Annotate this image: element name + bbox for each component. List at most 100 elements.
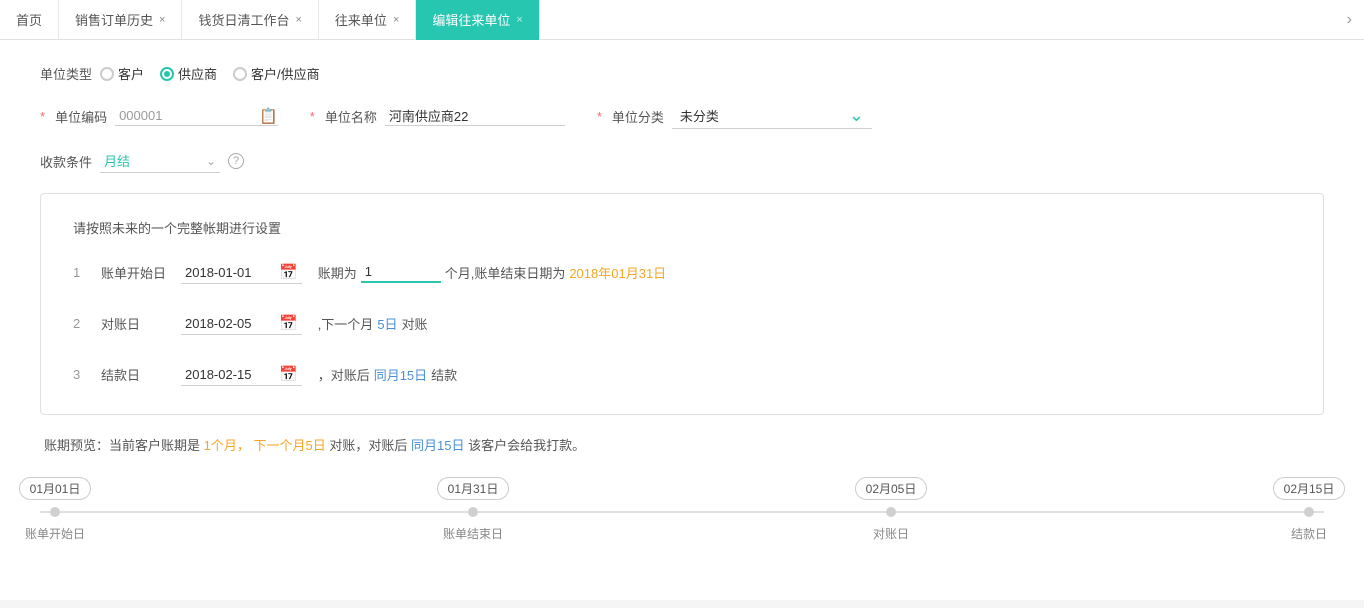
timeline-label-bottom-4: 结款日	[1291, 525, 1327, 542]
tab-sales-history-label: 销售订单历史	[75, 10, 153, 29]
page-content: 单位类型 客户 供应商 客户/供应商 * 单位编码	[0, 40, 1364, 600]
settings-row-1-desc-mid: 个月,账单结束日期为	[445, 263, 566, 282]
settings-row-2-desc-prefix: ,下一个月	[318, 314, 374, 333]
settings-row-1: 1 账单开始日 📅 账期为 个月,账单结束日期为 2018年01月31日	[73, 261, 1291, 284]
tabs-bar: 首页 销售订单历史 × 钱货日清工作台 × 往来单位 × 编辑往来单位 × ›	[0, 0, 1364, 40]
radio-supplier-label: 供应商	[178, 64, 217, 83]
settings-row-2-num: 2	[73, 316, 101, 331]
timeline-dot-3	[886, 507, 896, 517]
settings-row-1-key: 账单开始日	[101, 263, 181, 282]
radio-both-label: 客户/供应商	[251, 64, 320, 83]
unit-type-row: 单位类型 客户 供应商 客户/供应商	[40, 64, 1324, 83]
radio-both-circle	[233, 67, 247, 81]
timeline-label-bottom-3: 对账日	[873, 525, 909, 542]
unit-code-label: 单位编码	[55, 107, 107, 126]
settings-row-3-date-wrapper: 📅	[181, 363, 302, 386]
timeline-label-top-2: 01月31日	[437, 477, 510, 500]
preview-prefix: 账期预览：当前客户账期是	[44, 438, 200, 453]
payment-help-icon[interactable]: ?	[228, 153, 244, 169]
unit-name-required: *	[310, 109, 315, 124]
settings-row-2-calendar-icon[interactable]: 📅	[279, 314, 298, 332]
unit-class-label: 单位分类	[612, 107, 664, 126]
settings-row-1-calendar-icon[interactable]: 📅	[279, 263, 298, 281]
payment-label: 收款条件	[40, 152, 92, 171]
unit-class-chevron-icon: ⌄	[849, 105, 864, 126]
tab-home[interactable]: 首页	[0, 0, 59, 40]
unit-class-required: *	[597, 109, 602, 124]
radio-supplier[interactable]: 供应商	[160, 64, 217, 83]
timeline-label-bottom-2: 账单结束日	[443, 525, 503, 542]
preview-hl2: 下一个月5日	[254, 438, 326, 453]
tab-edit-partner-close[interactable]: ×	[516, 14, 522, 26]
timeline-dot-1	[50, 507, 60, 517]
tab-sales-history-close[interactable]: ×	[159, 14, 165, 26]
radio-customer-label: 客户	[118, 64, 144, 83]
tab-partner-unit-label: 往来单位	[335, 10, 387, 29]
preview-mid: 对账，对账后	[329, 438, 407, 453]
tab-cashier-label: 钱货日清工作台	[198, 10, 289, 29]
timeline-label-top-4: 02月15日	[1273, 477, 1346, 500]
unit-type-field: 单位类型 客户 供应商 客户/供应商	[40, 64, 320, 83]
tab-edit-partner-label: 编辑往来单位	[432, 10, 510, 29]
unit-code-input[interactable]	[115, 106, 255, 125]
settings-row-3-date-input[interactable]	[185, 367, 275, 382]
settings-row-3-desc-suffix: 结款	[431, 365, 457, 384]
tabs-scroll-arrow[interactable]: ›	[1335, 0, 1364, 40]
settings-row-2-desc: ,下一个月 5日 对账	[318, 314, 428, 333]
payment-row: 收款条件 月结 ⌄ ?	[40, 149, 1324, 173]
settings-row-2-date-input[interactable]	[185, 316, 275, 331]
settings-box: 请按照未来的一个完整帐期进行设置 1 账单开始日 📅 账期为 个月,账单结束日期…	[40, 193, 1324, 415]
radio-customer[interactable]: 客户	[100, 64, 144, 83]
unit-type-label: 单位类型	[40, 64, 92, 83]
unit-code-icon[interactable]: 📋	[259, 107, 278, 125]
tab-partner-unit-close[interactable]: ×	[393, 14, 399, 26]
unit-code-field: * 单位编码 📋	[40, 106, 278, 126]
payment-value: 月结	[104, 151, 202, 170]
unit-name-label: 单位名称	[325, 107, 377, 126]
preview-suffix: 该客户会给我打款。	[468, 438, 585, 453]
unit-name-input[interactable]	[385, 106, 565, 126]
preview-hl3: 同月15日	[411, 438, 464, 453]
settings-row-1-desc-prefix: 账期为	[318, 263, 357, 282]
payment-select[interactable]: 月结 ⌄	[100, 149, 220, 173]
unit-name-field: * 单位名称	[310, 106, 565, 126]
timeline-label-bottom-1: 账单开始日	[25, 525, 85, 542]
tab-partner-unit[interactable]: 往来单位 ×	[319, 0, 416, 40]
timeline-wrapper: 01月01日 账单开始日 01月31日 账单结束日 02月05日 对账日	[40, 482, 1324, 542]
timeline-point-4: 02月15日 结款日	[1304, 507, 1314, 517]
payment-chevron-icon: ⌄	[206, 154, 216, 168]
unit-code-input-wrapper: 📋	[115, 106, 278, 126]
settings-row-1-month-input[interactable]	[361, 262, 441, 283]
tab-sales-history[interactable]: 销售订单历史 ×	[59, 0, 182, 40]
unit-code-required: *	[40, 109, 45, 124]
unit-class-field: * 单位分类 未分类 ⌄	[597, 103, 872, 129]
timeline-track: 01月01日 账单开始日 01月31日 账单结束日 02月05日 对账日	[40, 482, 1324, 542]
payment-field: 收款条件 月结 ⌄ ?	[40, 149, 244, 173]
unit-type-radio-group: 客户 供应商 客户/供应商	[100, 64, 320, 83]
unit-info-row: * 单位编码 📋 * 单位名称 * 单位分类 未分类 ⌄	[40, 103, 1324, 129]
timeline-point-3: 02月05日 对账日	[886, 507, 896, 517]
settings-row-2-date-wrapper: 📅	[181, 312, 302, 335]
tab-edit-partner[interactable]: 编辑往来单位 ×	[416, 0, 539, 40]
settings-row-1-num: 1	[73, 265, 101, 280]
preview-text: 账期预览：当前客户账期是 1个月， 下一个月5日 对账，对账后 同月15日 该客…	[40, 435, 1324, 454]
timeline-dot-4	[1304, 507, 1314, 517]
unit-class-select[interactable]: 未分类 ⌄	[672, 103, 872, 129]
settings-row-3-num: 3	[73, 367, 101, 382]
tab-cashier[interactable]: 钱货日清工作台 ×	[182, 0, 318, 40]
timeline-label-top-3: 02月05日	[855, 477, 928, 500]
timeline-dot-2	[468, 507, 478, 517]
preview-hl1: 1个月，	[204, 438, 250, 453]
settings-row-1-end-date: 2018年01月31日	[569, 263, 666, 282]
settings-row-1-date-input[interactable]	[185, 265, 275, 280]
tab-cashier-close[interactable]: ×	[295, 14, 301, 26]
radio-both[interactable]: 客户/供应商	[233, 64, 320, 83]
settings-row-3-desc-prefix: ，对账后	[318, 365, 370, 384]
settings-row-3-calendar-icon[interactable]: 📅	[279, 365, 298, 383]
settings-row-3-desc: ，对账后 同月15日 结款	[318, 365, 458, 384]
settings-row-1-desc: 账期为 个月,账单结束日期为 2018年01月31日	[318, 262, 666, 283]
timeline-points: 01月01日 账单开始日 01月31日 账单结束日 02月05日 对账日	[50, 507, 1314, 517]
timeline-label-top-1: 01月01日	[19, 477, 92, 500]
radio-supplier-circle	[160, 67, 174, 81]
settings-row-3: 3 结款日 📅 ，对账后 同月15日 结款	[73, 363, 1291, 386]
